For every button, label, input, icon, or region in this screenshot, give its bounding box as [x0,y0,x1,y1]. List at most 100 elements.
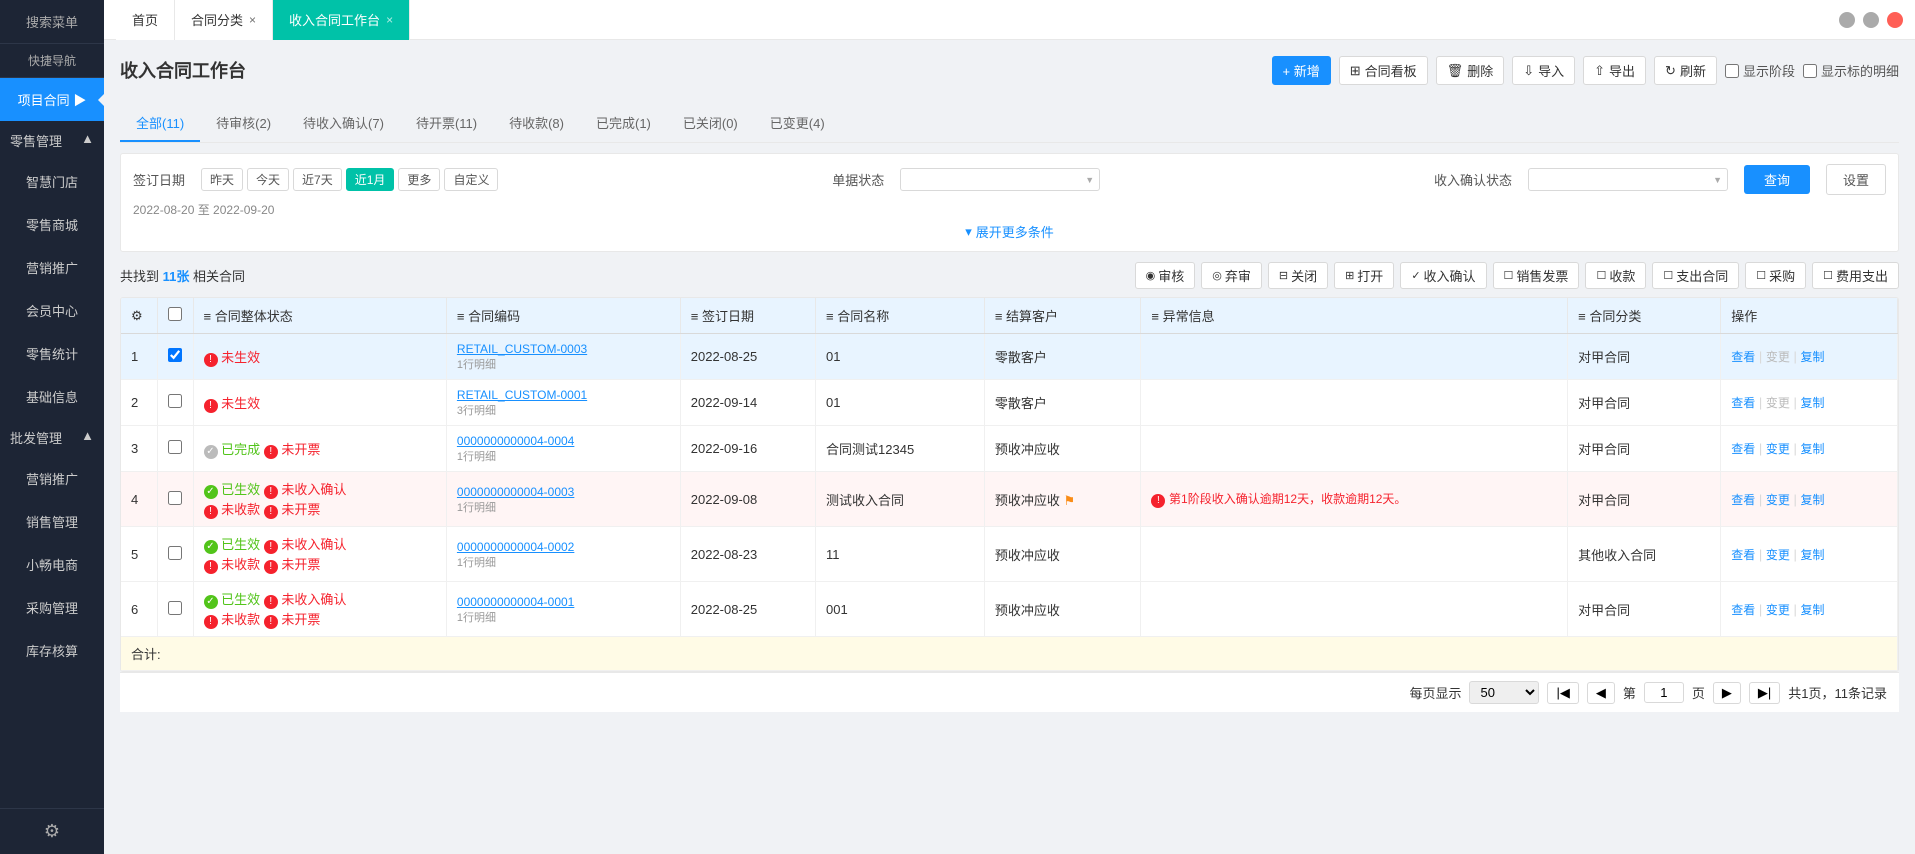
sidebar-item-retail-mall[interactable]: 零售商城 [0,203,104,246]
window-close[interactable] [1887,12,1903,28]
status-tab-pending-review[interactable]: 待审核(2) [200,105,287,142]
sales-invoice-button[interactable]: ☐ 销售发票 [1493,262,1580,289]
row3-code-link[interactable]: 0000000000004-0004 [457,434,574,448]
row6-code-link[interactable]: 0000000000004-0001 [457,595,574,609]
export-button[interactable]: ⇧ 导出 [1583,56,1646,85]
row2-code-link[interactable]: RETAIL_CUSTOM-0001 [457,388,587,402]
row2-view[interactable]: 查看 [1731,396,1755,410]
add-button[interactable]: + 新增 [1272,56,1331,85]
date-btn-7days[interactable]: 近7天 [293,168,342,191]
sidebar-settings[interactable]: ⚙ [0,808,104,854]
sidebar-item-sales-mgmt[interactable]: 销售管理 [0,500,104,543]
page-next-button[interactable]: ▶ [1713,682,1741,704]
income-confirm-button[interactable]: ✓ 收入确认 [1400,262,1486,289]
row5-code-link[interactable]: 0000000000004-0002 [457,540,574,554]
expand-filter-button[interactable]: ▾ 展开更多条件 [133,222,1886,241]
row4-view[interactable]: 查看 [1731,493,1755,507]
row6-copy[interactable]: 复制 [1801,603,1825,617]
status-tab-pending-confirm[interactable]: 待收入确认(7) [287,105,400,142]
row1-select-checkbox[interactable] [168,348,182,362]
sidebar-item-wholesale[interactable]: 批发管理 ▲ [0,418,104,457]
show-mark-checkbox[interactable] [1803,64,1817,78]
row6-view[interactable]: 查看 [1731,603,1755,617]
tab-contract-type[interactable]: 合同分类 × [175,0,273,40]
abandon-button[interactable]: ◎ 弃审 [1201,262,1262,289]
row1-view[interactable]: 查看 [1731,350,1755,364]
row6-change[interactable]: 变更 [1766,603,1790,617]
collect-button[interactable]: ☐ 收款 [1585,262,1646,289]
th-settings[interactable]: ⚙ [121,298,157,334]
open-contract-button[interactable]: ⊞ 打开 [1334,262,1394,289]
income-confirm-select[interactable] [1528,168,1728,191]
row3-select-checkbox[interactable] [168,440,182,454]
doc-status-select[interactable] [900,168,1100,191]
select-all-checkbox[interactable] [168,307,182,321]
per-page-select[interactable]: 50 100 200 [1469,681,1539,704]
date-btn-custom[interactable]: 自定义 [444,168,498,191]
window-maximize[interactable] [1863,12,1879,28]
row4-change[interactable]: 变更 [1766,493,1790,507]
status-tab-pending-payment[interactable]: 待收款(8) [493,105,580,142]
row1-code-link[interactable]: RETAIL_CUSTOM-0003 [457,342,587,356]
row2-change[interactable]: 变更 [1766,396,1790,410]
refresh-button[interactable]: ↻ 刷新 [1654,56,1717,85]
window-minimize[interactable] [1839,12,1855,28]
status-tab-changed[interactable]: 已变更(4) [754,105,841,142]
status-tab-pending-invoice[interactable]: 待开票(11) [400,105,493,142]
row3-view[interactable]: 查看 [1731,442,1755,456]
row2-copy[interactable]: 复制 [1801,396,1825,410]
page-first-button[interactable]: |◀ [1547,682,1578,704]
date-btn-yesterday[interactable]: 昨天 [201,168,243,191]
sidebar-item-purchase[interactable]: 采购管理 [0,586,104,629]
show-stage-checkbox[interactable] [1725,64,1739,78]
date-btn-more[interactable]: 更多 [398,168,440,191]
contract-view-button[interactable]: ⊞ 合同看板 [1339,56,1428,85]
row4-code-link[interactable]: 0000000000004-0003 [457,485,574,499]
row5-copy[interactable]: 复制 [1801,548,1825,562]
date-btn-today[interactable]: 今天 [247,168,289,191]
import-button[interactable]: ⇩ 导入 [1512,56,1575,85]
row5-view[interactable]: 查看 [1731,548,1755,562]
row3-change[interactable]: 变更 [1766,442,1790,456]
row4-select-checkbox[interactable] [168,491,182,505]
sidebar-item-marketing[interactable]: 营销推广 [0,246,104,289]
review-button[interactable]: ◉ 审核 [1135,262,1196,289]
status-tab-closed[interactable]: 已关闭(0) [667,105,754,142]
row1-copy[interactable]: 复制 [1801,350,1825,364]
setting-button[interactable]: 设置 [1826,164,1886,195]
sidebar-item-inventory[interactable]: 库存核算 [0,629,104,672]
status-tab-completed[interactable]: 已完成(1) [580,105,667,142]
page-last-button[interactable]: ▶| [1749,682,1780,704]
close-contract-button[interactable]: ⊟ 关闭 [1268,262,1328,289]
row6-select-checkbox[interactable] [168,601,182,615]
row1-change[interactable]: 变更 [1766,350,1790,364]
status-tab-all[interactable]: 全部(11) [120,105,200,142]
expense-button[interactable]: ☐ 费用支出 [1812,262,1899,289]
tab-income-workbench[interactable]: 收入合同工作台 × [273,0,410,40]
purchase-button[interactable]: ☐ 采购 [1745,262,1806,289]
sidebar-item-marketing2[interactable]: 营销推广 [0,457,104,500]
page-prev-button[interactable]: ◀ [1587,682,1615,704]
sidebar-item-retail-stats[interactable]: 零售统计 [0,332,104,375]
row2-select-checkbox[interactable] [168,394,182,408]
tab-contract-type-close[interactable]: × [249,13,256,27]
row3-copy[interactable]: 复制 [1801,442,1825,456]
sidebar-item-smart-store[interactable]: 智慧门店 [0,160,104,203]
tab-home[interactable]: 首页 [116,0,175,40]
delete-button[interactable]: 🗑 删除 [1436,56,1505,85]
sidebar-item-retail[interactable]: 零售管理 ▲ [0,121,104,160]
date-btn-1month[interactable]: 近1月 [346,168,395,191]
sidebar-quick-nav[interactable]: 快捷导航 [0,44,104,78]
sidebar-item-xiaochangec[interactable]: 小畅电商 [0,543,104,586]
tab-income-workbench-close[interactable]: × [386,13,393,27]
sidebar-search[interactable]: 搜索菜单 [0,0,104,44]
page-number-input[interactable] [1644,682,1684,703]
sidebar-item-member[interactable]: 会员中心 [0,289,104,332]
row5-change[interactable]: 变更 [1766,548,1790,562]
query-button[interactable]: 查询 [1744,165,1810,194]
sidebar-item-base-info[interactable]: 基础信息 [0,375,104,418]
row5-select-checkbox[interactable] [168,546,182,560]
sidebar-item-project[interactable]: 项目合同 ▶ [0,78,104,121]
row4-copy[interactable]: 复制 [1801,493,1825,507]
out-contract-button[interactable]: ☐ 支出合同 [1652,262,1739,289]
